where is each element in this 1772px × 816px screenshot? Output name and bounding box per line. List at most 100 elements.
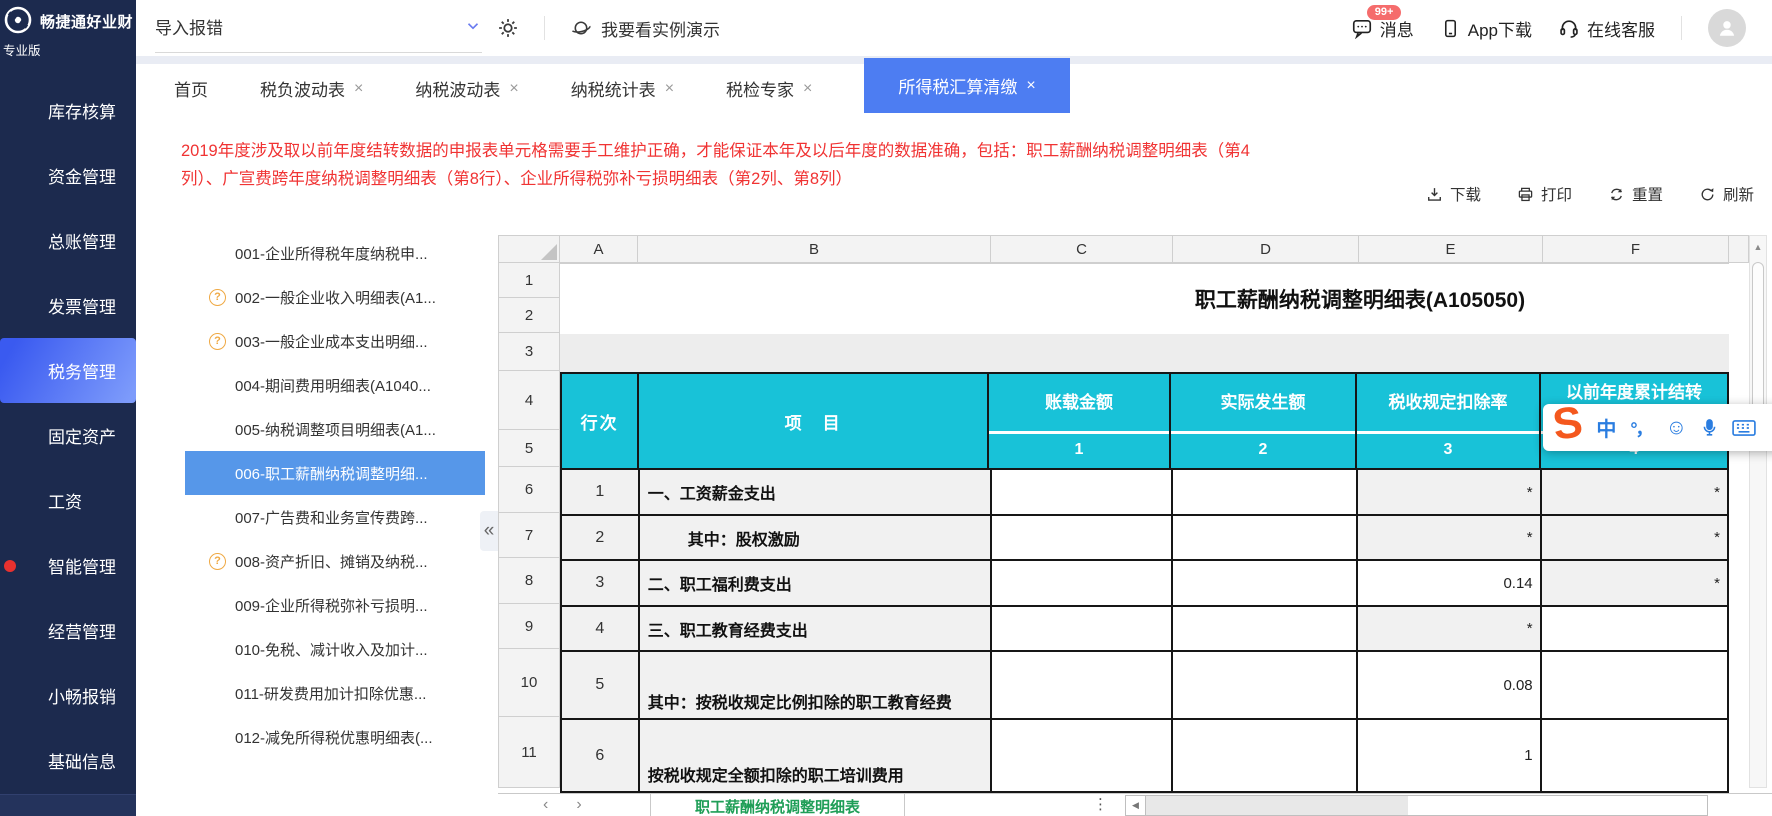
scroll-up-icon[interactable]: ▲	[1750, 236, 1766, 258]
horizontal-scrollbar[interactable]: ◀	[1125, 795, 1708, 816]
sidebar-item[interactable]: 经营管理	[0, 598, 136, 663]
import-error-dropdown[interactable]: 导入报错	[155, 0, 482, 53]
tab-close-icon[interactable]: ×	[803, 80, 812, 98]
cell-row-no[interactable]: 1	[562, 470, 640, 514]
online-service-button[interactable]: 在线客服	[1558, 16, 1655, 41]
report-list-item[interactable]: ? 008-资产折旧、摊销及纳税...	[185, 539, 485, 583]
sidebar-item[interactable]: 智能管理	[0, 533, 136, 598]
report-list-item[interactable]: 011-研发费用加计扣除优惠...	[185, 671, 485, 715]
row-header[interactable]: 10	[498, 649, 560, 717]
cell-row-no[interactable]: 4	[562, 607, 640, 650]
cell-amount-book[interactable]	[991, 470, 1173, 514]
report-list-item[interactable]: 009-企业所得税弥补亏损明...	[185, 583, 485, 627]
sheet-prev-icon[interactable]: ‹	[543, 796, 548, 814]
scroll-left-icon[interactable]: ◀	[1126, 796, 1146, 815]
cell-amount-actual[interactable]	[1172, 607, 1359, 650]
cell-amount-actual[interactable]	[1172, 720, 1359, 791]
report-list-item[interactable]: 007-广告费和业务宣传费跨...	[185, 495, 485, 539]
demo-link[interactable]: 我要看实例演示	[570, 0, 720, 56]
report-list-item[interactable]: ? 002-一般企业收入明细表(A1...	[185, 275, 485, 319]
report-list-item[interactable]: 005-纳税调整项目明细表(A1...	[185, 407, 485, 451]
cell-amount-actual[interactable]	[1172, 470, 1359, 514]
report-list-item[interactable]: 010-免税、减计收入及加计...	[185, 627, 485, 671]
tab-close-icon[interactable]: ×	[665, 80, 674, 98]
report-list-item[interactable]: 004-期间费用明细表(A1040...	[185, 363, 485, 407]
sidebar-item[interactable]: 总账管理	[0, 208, 136, 273]
cell-amount-actual[interactable]	[1172, 652, 1359, 718]
help-icon[interactable]: ?	[209, 332, 226, 350]
sidebar-item[interactable]: 资金管理	[0, 143, 136, 208]
sidebar-item[interactable]: 小畅报销	[0, 663, 136, 728]
cell-amount-book[interactable]	[991, 516, 1173, 559]
horizontal-scrollbar-thumb[interactable]	[1146, 796, 1408, 815]
cell-item[interactable]: 其中：股权激励	[639, 516, 992, 559]
reset-button[interactable]: 重置	[1608, 183, 1663, 205]
row-header[interactable]: 1	[498, 263, 560, 298]
cell-row-no[interactable]: 3	[562, 561, 640, 605]
cell-deduction-rate[interactable]: *	[1358, 470, 1542, 514]
column-header[interactable]: A	[560, 235, 638, 263]
row-header[interactable]: 7	[498, 513, 560, 558]
row-header[interactable]: 5	[498, 430, 560, 467]
messages-button[interactable]: 消息 99+	[1351, 4, 1414, 41]
sheet-tab[interactable]: 职工薪酬纳税调整明细表	[650, 794, 905, 816]
cell-item[interactable]: 按税收规定全额扣除的职工培训费用	[639, 720, 992, 791]
cell-item[interactable]: 三、职工教育经费支出	[639, 607, 992, 650]
ime-microphone-icon[interactable]	[1701, 418, 1718, 438]
ime-language-toggle[interactable]: 中	[1596, 413, 1616, 442]
tab-close-icon[interactable]: ×	[509, 80, 518, 98]
cell-carryover[interactable]: *	[1541, 561, 1728, 605]
ime-emoji-icon[interactable]: ☺	[1666, 416, 1687, 440]
tab[interactable]: 纳税波动表 ×	[415, 64, 518, 113]
tab-close-icon[interactable]: ×	[354, 80, 363, 98]
sidebar-item[interactable]: 库存核算	[0, 78, 136, 143]
cell-item[interactable]: 一、工资薪金支出	[639, 470, 992, 514]
row-header[interactable]: 11	[498, 717, 560, 788]
tab[interactable]: 税负波动表 ×	[260, 64, 363, 113]
cell-carryover[interactable]	[1541, 607, 1728, 650]
cell-amount-book[interactable]	[991, 561, 1173, 605]
column-header[interactable]: E	[1359, 235, 1543, 263]
cell-deduction-rate[interactable]: *	[1358, 607, 1542, 650]
cell-carryover[interactable]	[1541, 652, 1728, 718]
report-list-item[interactable]: 012-减免所得税优惠明细表(...	[185, 715, 485, 759]
cell-amount-book[interactable]	[991, 720, 1173, 791]
help-icon[interactable]: ?	[209, 288, 226, 306]
ime-punctuation-toggle[interactable]: °，	[1630, 415, 1653, 441]
cell-row-no[interactable]: 2	[562, 516, 640, 559]
column-header[interactable]: F	[1543, 235, 1729, 263]
row-header[interactable]: 4	[498, 371, 560, 430]
cell-amount-actual[interactable]	[1172, 516, 1359, 559]
sheet-next-icon[interactable]: ›	[576, 796, 581, 814]
cell-item[interactable]: 二、职工福利费支出	[639, 561, 992, 605]
cell-amount-actual[interactable]	[1172, 561, 1359, 605]
sidebar-item[interactable]: 基础信息	[0, 728, 136, 793]
cell-deduction-rate[interactable]: 0.08	[1358, 652, 1542, 718]
cell-amount-book[interactable]	[991, 607, 1173, 650]
help-icon[interactable]: ?	[209, 552, 226, 570]
column-header[interactable]: C	[991, 235, 1173, 263]
column-header[interactable]: D	[1173, 235, 1359, 263]
blank-row[interactable]	[560, 334, 1729, 372]
sidebar-item[interactable]: 税务管理	[0, 338, 136, 403]
ime-keyboard-icon[interactable]	[1732, 419, 1756, 437]
report-list-item[interactable]: 001-企业所得税年度纳税申...	[185, 231, 485, 275]
sheet-more-icon[interactable]: ⋮	[1093, 795, 1108, 813]
sidebar-item[interactable]: 固定资产	[0, 403, 136, 468]
download-button[interactable]: 下载	[1426, 183, 1481, 205]
column-header-filler[interactable]	[1729, 235, 1749, 263]
row-header[interactable]: 9	[498, 604, 560, 649]
tab-close-icon[interactable]: ×	[1026, 77, 1035, 95]
cell-carryover[interactable]: *	[1541, 516, 1727, 559]
row-header[interactable]: 2	[498, 298, 560, 333]
tab[interactable]: 所得税汇算清缴 ×	[864, 58, 1070, 113]
cell-item[interactable]: 其中：按税收规定比例扣除的职工教育经费	[639, 652, 992, 718]
row-header[interactable]: 6	[498, 467, 560, 513]
refresh-button[interactable]: 刷新	[1699, 183, 1754, 205]
cell-row-no[interactable]: 6	[562, 720, 640, 791]
collapse-panel-handle[interactable]: «	[480, 511, 498, 551]
row-header[interactable]: 8	[498, 558, 560, 604]
tab[interactable]: 税检专家 ×	[726, 64, 812, 113]
cell-deduction-rate[interactable]: *	[1358, 516, 1542, 559]
sidebar-item[interactable]: 发票管理	[0, 273, 136, 338]
